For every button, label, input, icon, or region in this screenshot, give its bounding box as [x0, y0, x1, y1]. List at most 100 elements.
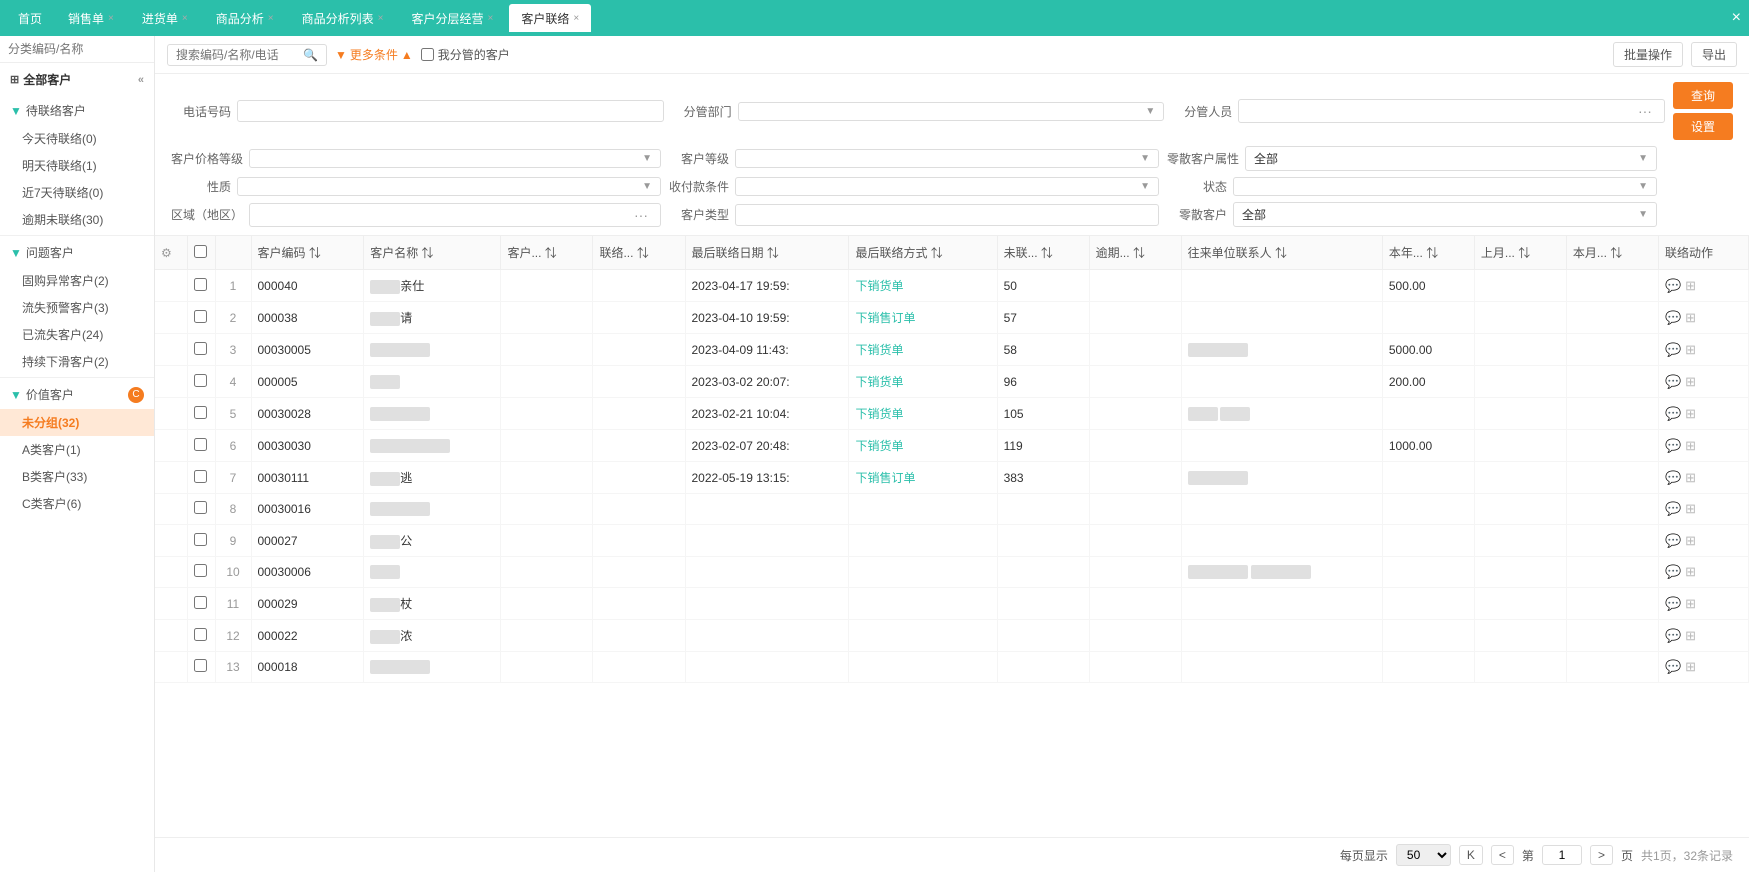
contact-method-link[interactable]: 下销售订单	[855, 311, 915, 325]
td-checkbox[interactable]	[187, 430, 215, 462]
chat-icon[interactable]: 💬	[1665, 564, 1681, 580]
th-last-contact-method[interactable]: 最后联络方式 ⇅	[849, 236, 997, 270]
scatter-select[interactable]: 全部 ▼	[1233, 202, 1657, 227]
td-checkbox[interactable]	[187, 398, 215, 430]
tab-customer-segment[interactable]: 客户分层经营 ×	[399, 4, 505, 32]
sidebar-item-lost[interactable]: 已流失客户(24)	[0, 321, 154, 348]
grid-action-icon[interactable]: ⊞	[1685, 406, 1696, 422]
status-select[interactable]: ▼	[1233, 177, 1657, 196]
th-code[interactable]: 客户编码 ⇅	[251, 236, 364, 270]
page-input[interactable]	[1542, 845, 1582, 865]
settings-icon[interactable]: ⚙	[161, 246, 172, 260]
tab-analysis-close[interactable]: ×	[268, 13, 274, 24]
manager-dots[interactable]: ···	[1634, 103, 1656, 119]
chat-icon[interactable]: 💬	[1665, 310, 1681, 326]
my-customers-input[interactable]	[421, 48, 434, 61]
more-conditions-btn[interactable]: ▼ 更多条件 ▲	[335, 46, 413, 63]
td-checkbox[interactable]	[187, 525, 215, 557]
contact-method-link[interactable]: 下销货单	[855, 375, 903, 389]
td-checkbox[interactable]	[187, 588, 215, 620]
tab-sales[interactable]: 销售单 ×	[56, 4, 126, 32]
grid-action-icon[interactable]: ⊞	[1685, 438, 1696, 454]
region-dots[interactable]: ···	[630, 207, 652, 223]
row-checkbox[interactable]	[194, 278, 207, 291]
chat-icon[interactable]: 💬	[1665, 659, 1681, 675]
td-checkbox[interactable]	[187, 366, 215, 398]
prev-page-btn[interactable]: <	[1491, 845, 1514, 865]
sidebar-search-input[interactable]	[8, 42, 155, 56]
th-settings[interactable]: ⚙	[155, 236, 187, 270]
row-checkbox[interactable]	[194, 374, 207, 387]
sidebar-item-week[interactable]: 近7天待联络(0)	[0, 179, 154, 206]
td-checkbox[interactable]	[187, 494, 215, 525]
chat-icon[interactable]: 💬	[1665, 533, 1681, 549]
row-checkbox[interactable]	[194, 564, 207, 577]
sidebar-item-churn-risk[interactable]: 流失预警客户(3)	[0, 294, 154, 321]
sidebar-item-today[interactable]: 今天待联络(0)	[0, 125, 154, 152]
sidebar-item-a-class[interactable]: A类客户(1)	[0, 436, 154, 463]
chat-icon[interactable]: 💬	[1665, 438, 1681, 454]
chat-icon[interactable]: 💬	[1665, 278, 1681, 294]
page-size-select[interactable]: 50 20 100	[1396, 844, 1451, 866]
batch-ops-button[interactable]: 批量操作	[1613, 42, 1683, 67]
tab-customer-contact[interactable]: 客户联络 ×	[509, 4, 591, 32]
tab-sales-close[interactable]: ×	[108, 13, 114, 24]
row-checkbox[interactable]	[194, 470, 207, 483]
td-checkbox[interactable]	[187, 620, 215, 652]
td-checkbox[interactable]	[187, 302, 215, 334]
tab-customer-segment-close[interactable]: ×	[487, 13, 493, 24]
sidebar-item-b-class[interactable]: B类客户(33)	[0, 463, 154, 490]
tab-customer-contact-close[interactable]: ×	[573, 13, 579, 24]
sidebar-item-overdue[interactable]: 逾期未联络(30)	[0, 206, 154, 233]
th-last-contact-date[interactable]: 最后联络日期 ⇅	[685, 236, 849, 270]
payment-select[interactable]: ▼	[735, 177, 1159, 196]
scatter-attr-select[interactable]: 全部 ▼	[1245, 146, 1657, 171]
customer-grade-select[interactable]: ▼	[735, 149, 1159, 168]
th-name[interactable]: 客户名称 ⇅	[364, 236, 501, 270]
tab-analysis[interactable]: 商品分析 ×	[204, 4, 286, 32]
sidebar-item-abnormal[interactable]: 固购异常客户(2)	[0, 267, 154, 294]
chat-icon[interactable]: 💬	[1665, 596, 1681, 612]
th-uncontacted[interactable]: 未联... ⇅	[997, 236, 1089, 270]
contact-method-link[interactable]: 下销售订单	[855, 471, 915, 485]
contact-method-link[interactable]: 下销货单	[855, 439, 903, 453]
th-last-month[interactable]: 上月... ⇅	[1474, 236, 1566, 270]
row-checkbox[interactable]	[194, 438, 207, 451]
tab-purchase-close[interactable]: ×	[182, 13, 188, 24]
dept-select[interactable]: ▼	[738, 102, 1165, 121]
chat-icon[interactable]: 💬	[1665, 406, 1681, 422]
sidebar-item-tomorrow[interactable]: 明天待联络(1)	[0, 152, 154, 179]
grid-action-icon[interactable]: ⊞	[1685, 374, 1696, 390]
grid-action-icon[interactable]: ⊞	[1685, 596, 1696, 612]
row-checkbox[interactable]	[194, 406, 207, 419]
grid-action-icon[interactable]: ⊞	[1685, 470, 1696, 486]
row-checkbox[interactable]	[194, 342, 207, 355]
grid-action-icon[interactable]: ⊞	[1685, 310, 1696, 326]
query-button[interactable]: 查询	[1673, 82, 1733, 109]
th-checkbox[interactable]	[187, 236, 215, 270]
sidebar-item-c-class[interactable]: C类客户(6)	[0, 490, 154, 517]
customer-type-input[interactable]	[735, 204, 1159, 226]
td-checkbox[interactable]	[187, 270, 215, 302]
grid-action-icon[interactable]: ⊞	[1685, 628, 1696, 644]
td-checkbox[interactable]	[187, 462, 215, 494]
filter-search-icon[interactable]: 🔍	[303, 48, 318, 62]
chat-icon[interactable]: 💬	[1665, 628, 1681, 644]
grid-action-icon[interactable]: ⊞	[1685, 564, 1696, 580]
contact-method-link[interactable]: 下销货单	[855, 407, 903, 421]
th-this-month[interactable]: 本月... ⇅	[1566, 236, 1658, 270]
reset-button[interactable]: 设置	[1673, 113, 1733, 140]
next-page-btn[interactable]: >	[1590, 845, 1613, 865]
collapse-icon[interactable]: «	[138, 74, 144, 86]
first-page-btn[interactable]: K	[1459, 845, 1483, 865]
grid-action-icon[interactable]: ⊞	[1685, 659, 1696, 675]
tab-analysis-list[interactable]: 商品分析列表 ×	[290, 4, 396, 32]
row-checkbox[interactable]	[194, 596, 207, 609]
chat-icon[interactable]: 💬	[1665, 501, 1681, 517]
close-all-icon[interactable]: ×	[1732, 9, 1741, 27]
sidebar-group-problem[interactable]: ▼ 问题客户	[0, 238, 154, 267]
sidebar-group-price[interactable]: ▼ 价值客户 C	[0, 380, 154, 409]
contact-method-link[interactable]: 下销货单	[855, 343, 903, 357]
row-checkbox[interactable]	[194, 628, 207, 641]
th-this-year[interactable]: 本年... ⇅	[1382, 236, 1474, 270]
